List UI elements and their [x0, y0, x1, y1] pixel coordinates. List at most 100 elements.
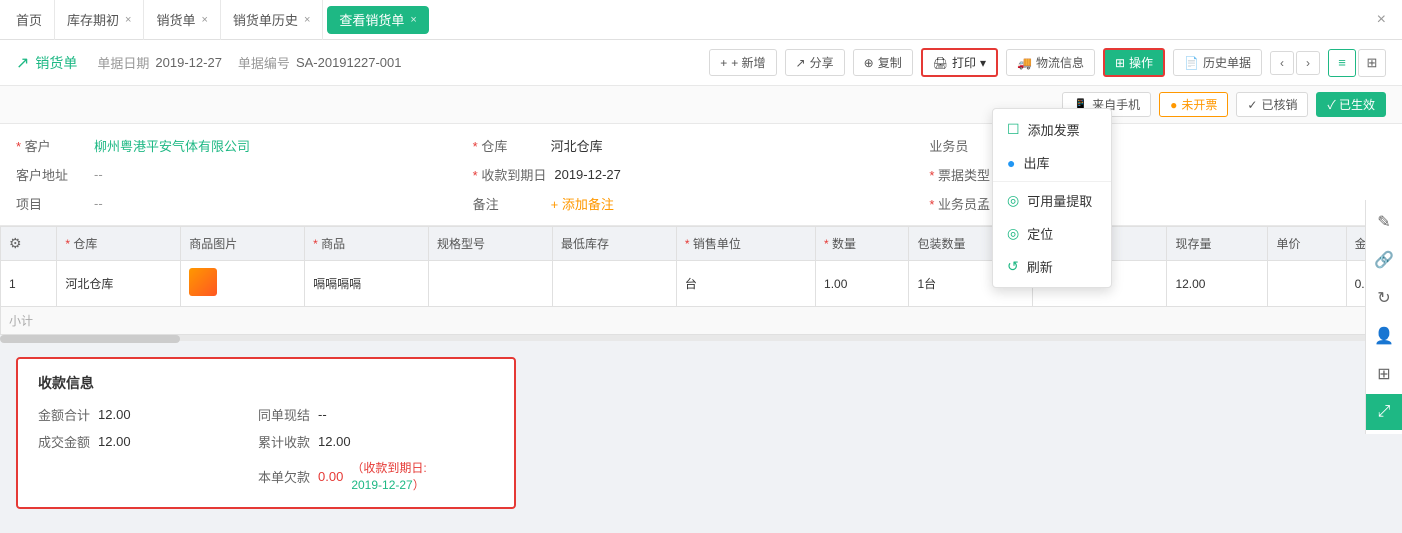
- tab-sales-history-label: 销货单历史: [233, 10, 298, 29]
- total-value: 12.00: [98, 407, 131, 422]
- sales-order-icon: ↗: [16, 53, 29, 73]
- tab-inventory-close[interactable]: ×: [125, 14, 131, 26]
- payment-date-field: 收款到期日 2019-12-27: [473, 165, 930, 184]
- add-invoice-label: 添加发票: [1028, 120, 1080, 139]
- table-header: ⚙ 仓库 商品图片 商品 规格型号 最低库存 销售单位 数量 包装数量 可用量 …: [1, 227, 1402, 261]
- table-row: 1 河北仓库 嗝嗝嗝嗝 台 1.00 1台 12.00 0.: [1, 261, 1402, 307]
- row-product: 嗝嗝嗝嗝: [305, 261, 429, 307]
- warehouse-field: 仓库 河北仓库: [473, 136, 930, 155]
- tab-home[interactable]: 首页: [8, 0, 55, 40]
- nav-arrows: ‹ ›: [1270, 51, 1320, 75]
- menu-available-qty[interactable]: ◎ 可用量提取: [993, 184, 1111, 217]
- refresh-icon: ↺: [1007, 258, 1019, 275]
- print-button[interactable]: 🖨 打印 ▾: [921, 48, 998, 77]
- menu-divider-1: [993, 181, 1111, 182]
- new-button[interactable]: + + 新增: [709, 49, 776, 76]
- operation-button[interactable]: ⊞ 操作: [1103, 48, 1165, 77]
- row-min-stock: [552, 261, 676, 307]
- sidebar-icon-refresh[interactable]: ↻: [1366, 280, 1402, 316]
- logistics-button[interactable]: 🚚 物流信息: [1006, 49, 1095, 76]
- new-icon: +: [720, 56, 727, 70]
- deal-value: 12.00: [98, 434, 131, 449]
- warehouse-label: 仓库: [473, 136, 543, 155]
- row-no: 1: [1, 261, 57, 307]
- payment-row-total: 金额合计 12.00: [38, 405, 238, 424]
- subtotal-label: 小计: [1, 307, 1402, 335]
- address-field: 客户地址 --: [16, 165, 473, 184]
- copy-button[interactable]: ⊕ 复制: [853, 49, 913, 76]
- operation-dropdown: ☐ 添加发票 ● 出库 ◎ 可用量提取 ◎ 定位 ↺ 刷新: [992, 108, 1112, 288]
- history-icon: 📄: [1184, 56, 1199, 70]
- payment-date-value: 2019-12-27: [546, 167, 629, 182]
- customer-value[interactable]: 柳州粤港平安气体有限公司: [86, 136, 258, 155]
- col-settings[interactable]: ⚙: [1, 227, 57, 261]
- check-icon: ✓: [1247, 98, 1257, 112]
- col-spec: 规格型号: [429, 227, 553, 261]
- menu-locate[interactable]: ◎ 定位: [993, 217, 1111, 250]
- ticket-type-label: 票据类型: [929, 165, 999, 184]
- doc-no-label: 单据编号: [238, 53, 290, 72]
- form-section: 客户 柳州粤港平安气体有限公司 仓库 河北仓库 业务员 演示账号 客户地址 --…: [0, 124, 1402, 226]
- view-grid-btn[interactable]: ⊞: [1358, 49, 1386, 77]
- menu-add-invoice[interactable]: ☐ 添加发票: [993, 113, 1111, 146]
- payment-info-title: 收款信息: [38, 373, 494, 393]
- doc-date-label: 单据日期: [97, 53, 149, 72]
- total-label: 金额合计: [38, 405, 90, 424]
- doc-no-value: SA-20191227-001: [296, 55, 402, 70]
- sidebar-icon-user[interactable]: 👤: [1366, 318, 1402, 354]
- form-row-3: 项目 -- 备注 添加备注 业务员孟 --: [16, 194, 1386, 213]
- nav-next[interactable]: ›: [1296, 51, 1320, 75]
- nav-prev[interactable]: ‹: [1270, 51, 1294, 75]
- address-value: --: [86, 167, 111, 182]
- tab-sales-history[interactable]: 销货单历史 ×: [221, 0, 323, 40]
- table-scrollbar[interactable]: [0, 335, 1402, 341]
- note-field: 备注 添加备注: [473, 194, 930, 213]
- view-list-btn[interactable]: ≡: [1328, 49, 1356, 77]
- tab-sales-history-close[interactable]: ×: [304, 14, 310, 26]
- payment-date-label: 收款到期日: [473, 165, 547, 184]
- not-opened-label: 未开票: [1181, 96, 1217, 113]
- note-value[interactable]: 添加备注: [543, 194, 622, 213]
- col-product-img: 商品图片: [181, 227, 305, 261]
- col-unit-price: 单价: [1268, 227, 1346, 261]
- sidebar-icon-link[interactable]: 🔗: [1366, 242, 1402, 278]
- row-unit-price: [1268, 261, 1346, 307]
- customer-label: 客户: [16, 136, 86, 155]
- bottom-panel: 收款信息 金额合计 12.00 同单现结 -- 成交金额 12.00 累计收款 …: [0, 341, 1402, 525]
- menu-outbound[interactable]: ● 出库: [993, 146, 1111, 179]
- sales-table: ⚙ 仓库 商品图片 商品 规格型号 最低库存 销售单位 数量 包装数量 可用量 …: [0, 226, 1402, 335]
- project-field: 项目 --: [16, 194, 473, 213]
- sidebar-icon-table[interactable]: ⊞: [1366, 356, 1402, 392]
- tab-view-sales[interactable]: 查看销货单 ×: [327, 6, 428, 34]
- settings-icon: ⚙: [9, 235, 22, 251]
- available-qty-icon: ◎: [1007, 192, 1019, 209]
- form-row-1: 客户 柳州粤港平安气体有限公司 仓库 河北仓库 业务员 演示账号: [16, 136, 1386, 155]
- logistics-icon: 🚚: [1017, 56, 1032, 70]
- share-button[interactable]: ↗ 分享: [785, 49, 845, 76]
- locate-icon: ◎: [1007, 225, 1019, 242]
- doc-no-field: 单据编号 SA-20191227-001: [238, 53, 402, 72]
- add-invoice-icon: ☐: [1007, 121, 1020, 138]
- not-opened-btn[interactable]: ● 未开票: [1159, 92, 1228, 117]
- tab-view-sales-close[interactable]: ×: [410, 14, 416, 26]
- tab-view-sales-label: 查看销货单: [339, 10, 404, 29]
- tab-inventory-label: 库存期初: [67, 10, 119, 29]
- confirm-label[interactable]: ✓ 已核销: [1236, 92, 1308, 117]
- sidebar-icon-edit[interactable]: ✎: [1366, 204, 1402, 240]
- collected-value: 12.00: [318, 434, 351, 449]
- tab-sales-order-close[interactable]: ×: [201, 14, 207, 26]
- tab-inventory-init[interactable]: 库存期初 ×: [55, 0, 144, 40]
- history-button[interactable]: 📄 历史单据: [1173, 49, 1262, 76]
- row-current-stock: 12.00: [1167, 261, 1268, 307]
- col-qty: 数量: [816, 227, 909, 261]
- project-value: --: [86, 196, 111, 211]
- menu-refresh[interactable]: ↺ 刷新: [993, 250, 1111, 283]
- new-label: + 新增: [731, 54, 765, 71]
- effective-badge: ✓ 已生效: [1316, 92, 1386, 117]
- sidebar-icon-expand[interactable]: ⤢: [1366, 394, 1402, 430]
- tab-close-all[interactable]: ×: [1369, 11, 1394, 29]
- tab-sales-order[interactable]: 销货单 ×: [144, 0, 220, 40]
- confirm-text: 已核销: [1261, 96, 1297, 113]
- print-chevron: ▾: [980, 56, 986, 70]
- copy-label: 复制: [878, 54, 902, 71]
